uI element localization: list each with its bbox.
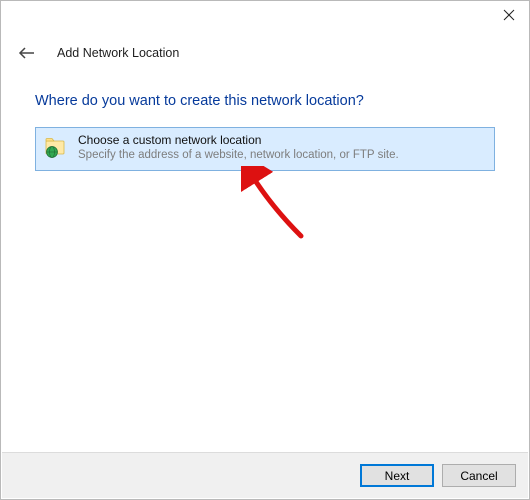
header: Add Network Location	[1, 35, 529, 67]
page-heading: Where do you want to create this network…	[35, 93, 495, 109]
wizard-window: Add Network Location Where do you want t…	[0, 0, 530, 500]
content-area: Where do you want to create this network…	[1, 67, 529, 171]
titlebar	[1, 1, 529, 35]
footer: Next Cancel	[2, 452, 528, 498]
annotation-arrow-icon	[241, 166, 311, 244]
option-description: Specify the address of a website, networ…	[78, 148, 399, 162]
close-icon	[503, 9, 515, 21]
wizard-title: Add Network Location	[57, 46, 179, 60]
next-button[interactable]: Next	[360, 464, 434, 487]
option-title: Choose a custom network location	[78, 133, 399, 148]
back-button[interactable]	[15, 41, 39, 65]
folder-globe-icon	[44, 135, 68, 164]
cancel-button[interactable]: Cancel	[442, 464, 516, 487]
back-arrow-icon	[18, 46, 36, 60]
option-text: Choose a custom network location Specify…	[78, 133, 399, 162]
close-button[interactable]	[489, 1, 529, 29]
option-custom-location[interactable]: Choose a custom network location Specify…	[35, 127, 495, 171]
